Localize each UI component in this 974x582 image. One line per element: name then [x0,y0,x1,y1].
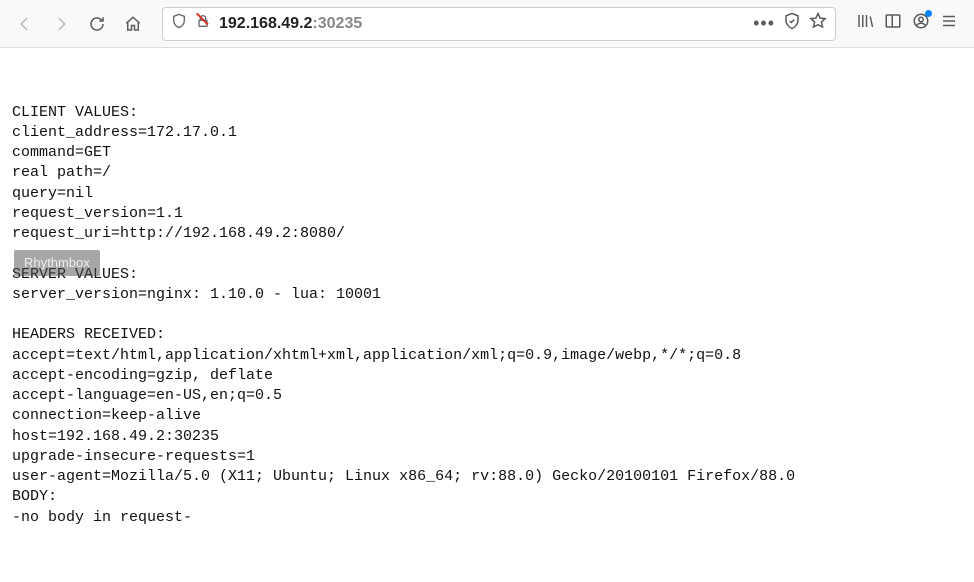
forward-button[interactable] [46,9,76,39]
reader-shield-icon[interactable] [783,12,801,35]
page-content: CLIENT VALUES: client_address=172.17.0.1… [0,48,974,582]
back-button[interactable] [10,9,40,39]
response-text: CLIENT VALUES: client_address=172.17.0.1… [12,103,962,528]
menu-icon[interactable] [940,12,958,35]
url-port: :30235 [312,15,362,32]
url-text: 192.168.49.2:30235 [219,15,745,33]
bookmark-star-icon[interactable] [809,12,827,35]
home-button[interactable] [118,9,148,39]
url-bar[interactable]: 192.168.49.2:30235 ••• [162,7,836,41]
sidebar-icon[interactable] [884,12,902,35]
browser-toolbar: 192.168.49.2:30235 ••• [0,0,974,48]
page-actions-icon[interactable]: ••• [753,13,775,34]
reload-button[interactable] [82,9,112,39]
url-actions: ••• [753,12,827,35]
url-host: 192.168.49.2 [219,15,312,32]
permissions-icon[interactable] [195,13,211,34]
tracking-shield-icon[interactable] [171,13,187,34]
account-icon[interactable] [912,12,930,35]
library-icon[interactable] [856,12,874,35]
toolbar-right [850,12,964,35]
